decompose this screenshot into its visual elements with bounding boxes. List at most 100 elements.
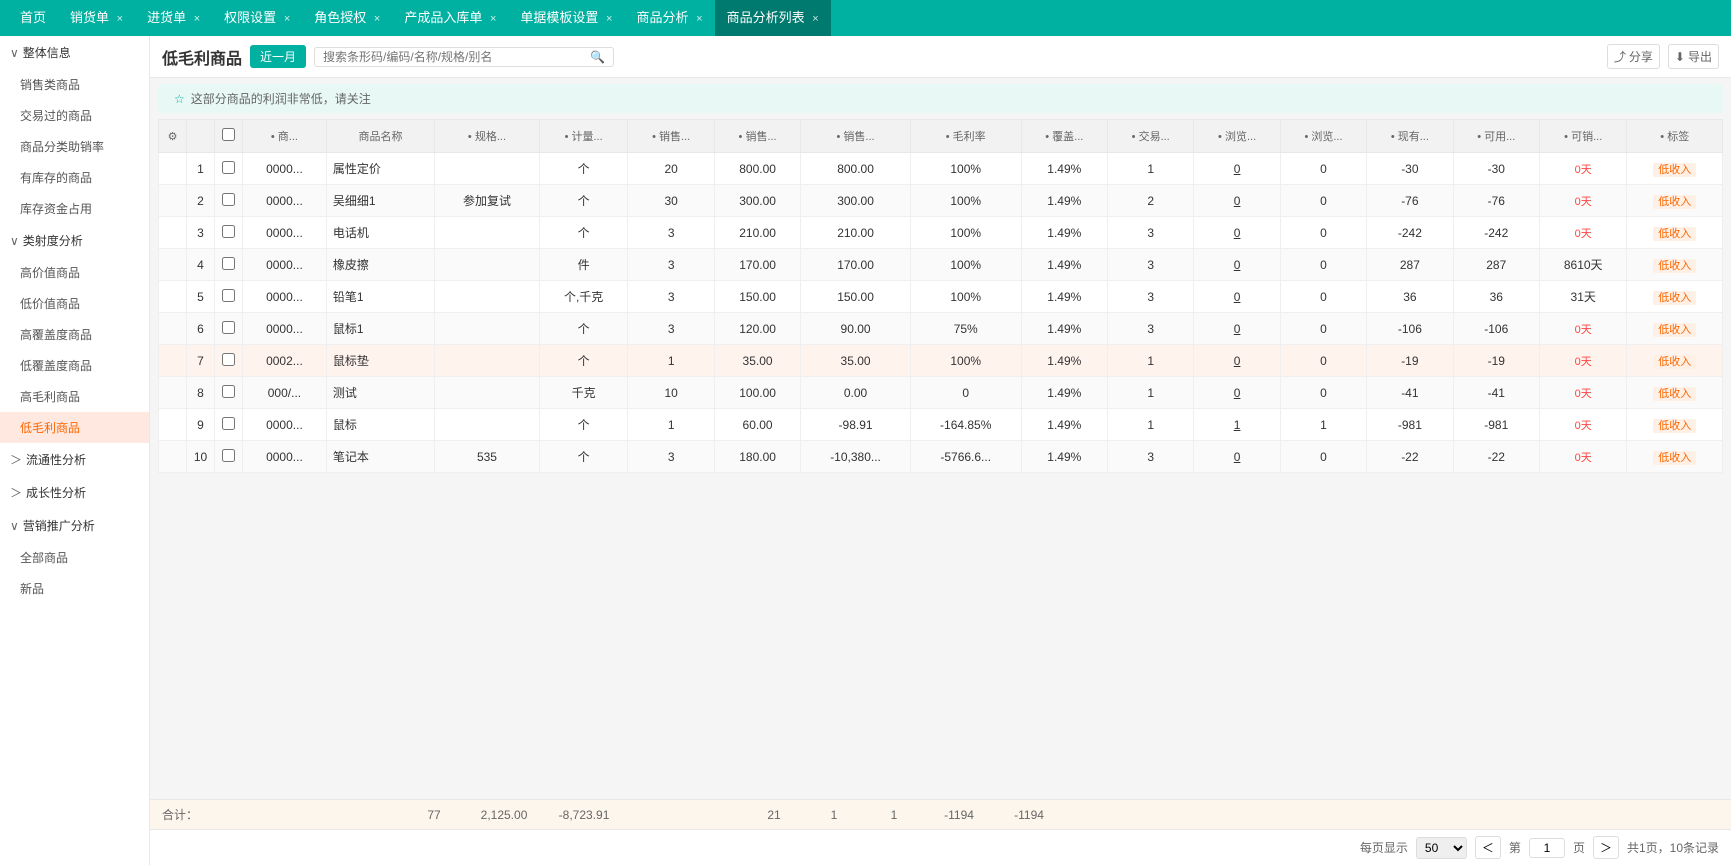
row-checkbox[interactable] bbox=[222, 257, 235, 270]
cell-check[interactable] bbox=[215, 217, 243, 249]
cell-sales-count: 3 bbox=[628, 441, 714, 473]
nav-close-icon[interactable]: × bbox=[194, 13, 200, 25]
sidebar-item-in-stock[interactable]: 有库存的商品 bbox=[0, 162, 149, 193]
cell-current: -981 bbox=[1367, 409, 1453, 441]
nav-template-settings[interactable]: 单据模板设置 × bbox=[508, 0, 624, 36]
cell-browse1[interactable]: 1 bbox=[1194, 409, 1280, 441]
cell-coverage: 1.49% bbox=[1021, 377, 1107, 409]
sidebar-item-high-value[interactable]: 高价值商品 bbox=[0, 257, 149, 288]
browse-link[interactable]: 0 bbox=[1234, 162, 1241, 176]
sidebar-item-new-products[interactable]: 新品 bbox=[0, 573, 149, 604]
row-checkbox[interactable] bbox=[222, 225, 235, 238]
col-check[interactable] bbox=[215, 120, 243, 153]
browse-link[interactable]: 1 bbox=[1234, 418, 1241, 432]
sidebar-group-dimension[interactable]: ∨ 类射度分析 bbox=[0, 224, 149, 257]
nav-close-icon[interactable]: × bbox=[374, 13, 380, 25]
search-icon[interactable]: 🔍 bbox=[590, 50, 605, 64]
sidebar-item-traded-products[interactable]: 交易过的商品 bbox=[0, 100, 149, 131]
cell-tag: 低收入 bbox=[1627, 409, 1723, 441]
cell-check[interactable] bbox=[215, 281, 243, 313]
row-checkbox[interactable] bbox=[222, 161, 235, 174]
row-checkbox[interactable] bbox=[222, 449, 235, 462]
row-checkbox[interactable] bbox=[222, 289, 235, 302]
browse-link[interactable]: 0 bbox=[1234, 322, 1241, 336]
cell-transaction: 3 bbox=[1108, 441, 1194, 473]
cell-available: -242 bbox=[1453, 217, 1539, 249]
nav-close-icon[interactable]: × bbox=[490, 13, 496, 25]
row-checkbox[interactable] bbox=[222, 353, 235, 366]
browse-link[interactable]: 0 bbox=[1234, 194, 1241, 208]
per-page-select[interactable]: 50 20 100 bbox=[1416, 837, 1467, 859]
cell-check[interactable] bbox=[215, 441, 243, 473]
row-checkbox[interactable] bbox=[222, 321, 235, 334]
next-page-button[interactable]: ＞ bbox=[1593, 836, 1619, 859]
sidebar-item-low-coverage[interactable]: 低覆盖度商品 bbox=[0, 350, 149, 381]
header-actions: ⤴ 分享 ⬇ 导出 bbox=[1607, 44, 1719, 69]
sidebar-group-marketing[interactable]: ∨ 营销推广分析 bbox=[0, 509, 149, 542]
row-checkbox[interactable] bbox=[222, 193, 235, 206]
main-content: 低毛利商品 近一月 🔍 ⤴ 分享 ⬇ 导出 ☆ 这部分商品的利润非常低，请关注 bbox=[150, 36, 1731, 865]
sidebar-item-all-products[interactable]: 全部商品 bbox=[0, 542, 149, 573]
cell-browse1[interactable]: 0 bbox=[1194, 377, 1280, 409]
cell-check[interactable] bbox=[215, 313, 243, 345]
export-button[interactable]: ⬇ 导出 bbox=[1668, 44, 1719, 69]
nav-close-icon[interactable]: × bbox=[812, 13, 818, 25]
cell-check[interactable] bbox=[215, 409, 243, 441]
page-input[interactable] bbox=[1529, 838, 1565, 858]
cell-browse1[interactable]: 0 bbox=[1194, 217, 1280, 249]
sidebar-item-high-margin[interactable]: 高毛利商品 bbox=[0, 381, 149, 412]
sidebar-item-inventory-capital[interactable]: 库存资金占用 bbox=[0, 193, 149, 224]
search-input[interactable] bbox=[323, 50, 590, 64]
browse-link[interactable]: 0 bbox=[1234, 354, 1241, 368]
nav-product-entry[interactable]: 产成品入库单 × bbox=[392, 0, 508, 36]
cell-browse1[interactable]: 0 bbox=[1194, 345, 1280, 377]
select-all-checkbox[interactable] bbox=[222, 128, 235, 141]
nav-close-icon[interactable]: × bbox=[696, 13, 702, 25]
row-checkbox[interactable] bbox=[222, 385, 235, 398]
sidebar-group-growth[interactable]: ＞ 成长性分析 bbox=[0, 476, 149, 509]
cell-check[interactable] bbox=[215, 249, 243, 281]
share-button[interactable]: ⤴ 分享 bbox=[1607, 44, 1660, 69]
cell-browse1[interactable]: 0 bbox=[1194, 313, 1280, 345]
browse-link[interactable]: 0 bbox=[1234, 226, 1241, 240]
sidebar-item-sales-products[interactable]: 销售类商品 bbox=[0, 69, 149, 100]
date-filter-button[interactable]: 近一月 bbox=[250, 45, 306, 68]
cell-browse1[interactable]: 0 bbox=[1194, 153, 1280, 185]
browse-link[interactable]: 0 bbox=[1234, 450, 1241, 464]
cell-tag: 低收入 bbox=[1627, 441, 1723, 473]
browse-link[interactable]: 0 bbox=[1234, 290, 1241, 304]
cell-browse1[interactable]: 0 bbox=[1194, 185, 1280, 217]
search-box[interactable]: 🔍 bbox=[314, 47, 614, 67]
sidebar-item-category-rate[interactable]: 商品分类助销率 bbox=[0, 131, 149, 162]
browse-link[interactable]: 0 bbox=[1234, 258, 1241, 272]
sidebar-item-high-coverage[interactable]: 高覆盖度商品 bbox=[0, 319, 149, 350]
cell-check[interactable] bbox=[215, 153, 243, 185]
nav-close-icon[interactable]: × bbox=[284, 13, 290, 25]
browse-link[interactable]: 0 bbox=[1234, 386, 1241, 400]
nav-close-icon[interactable]: × bbox=[117, 13, 123, 25]
nav-product-analysis[interactable]: 商品分析 × bbox=[624, 0, 714, 36]
cell-browse1[interactable]: 0 bbox=[1194, 249, 1280, 281]
nav-role-auth[interactable]: 角色授权 × bbox=[302, 0, 392, 36]
cell-browse1[interactable]: 0 bbox=[1194, 281, 1280, 313]
nav-close-icon[interactable]: × bbox=[606, 13, 612, 25]
cell-check[interactable] bbox=[215, 185, 243, 217]
cell-browse1[interactable]: 0 bbox=[1194, 441, 1280, 473]
row-checkbox[interactable] bbox=[222, 417, 235, 430]
nav-purchase-order[interactable]: 进货单 × bbox=[135, 0, 212, 36]
nav-sales-order[interactable]: 销货单 × bbox=[58, 0, 135, 36]
cell-sales-count: 1 bbox=[628, 345, 714, 377]
nav-permission[interactable]: 权限设置 × bbox=[212, 0, 302, 36]
sidebar-group-general[interactable]: ∨ 整体信息 bbox=[0, 36, 149, 69]
cell-check[interactable] bbox=[215, 377, 243, 409]
sidebar-group-flow[interactable]: ＞ 流通性分析 bbox=[0, 443, 149, 476]
sidebar-item-low-margin[interactable]: 低毛利商品 bbox=[0, 412, 149, 443]
nav-product-analysis-list[interactable]: 商品分析列表 × bbox=[715, 0, 831, 36]
col-coverage: • 覆盖... bbox=[1021, 120, 1107, 153]
cell-check[interactable] bbox=[215, 345, 243, 377]
cell-sales-amount: -98.91 bbox=[801, 409, 911, 441]
prev-page-button[interactable]: ＜ bbox=[1475, 836, 1501, 859]
col-setting[interactable]: ⚙ bbox=[159, 120, 187, 153]
sidebar-item-low-value[interactable]: 低价值商品 bbox=[0, 288, 149, 319]
nav-home[interactable]: 首页 bbox=[8, 0, 58, 36]
